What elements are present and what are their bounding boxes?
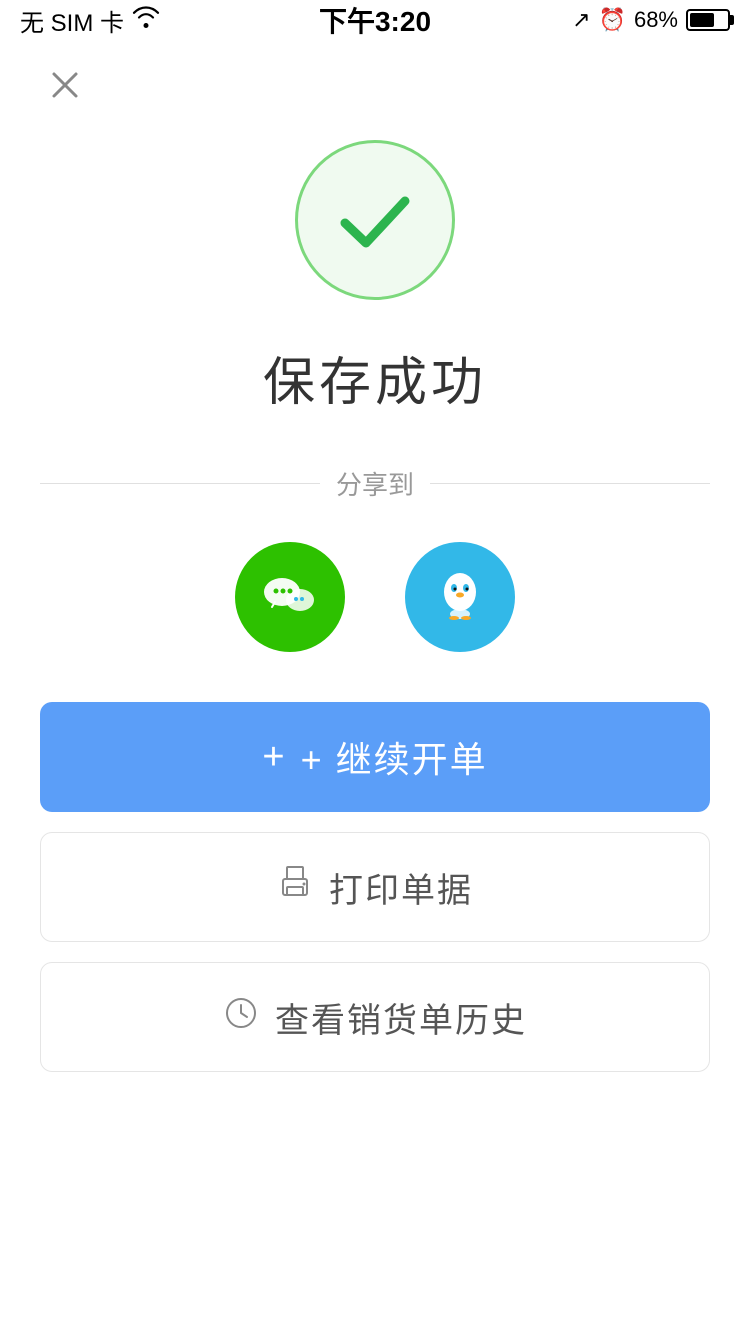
- share-section: 分享到: [40, 465, 710, 652]
- location-icon: ↗: [572, 7, 590, 33]
- checkmark-icon: [330, 175, 420, 265]
- qq-icon: [425, 562, 495, 632]
- qq-share-button[interactable]: [405, 542, 515, 652]
- battery-icon: [686, 9, 730, 31]
- print-icon: [277, 865, 313, 910]
- success-title: 保存成功: [263, 340, 487, 415]
- status-left: 无 SIM 卡: [20, 3, 160, 38]
- status-time: 下午3:20: [319, 0, 431, 40]
- continue-label: + 继续开单: [301, 731, 488, 783]
- status-right: ↗ ⏰ 68%: [572, 7, 730, 33]
- share-icons: [235, 542, 515, 652]
- success-circle: [295, 140, 455, 300]
- history-button[interactable]: 查看销货单历史: [40, 962, 710, 1072]
- close-icon: [48, 68, 82, 102]
- continue-plus-icon: +: [262, 736, 284, 779]
- close-button[interactable]: [40, 60, 90, 110]
- share-divider: 分享到: [40, 465, 710, 502]
- print-button[interactable]: 打印单据: [40, 832, 710, 942]
- sim-text: 无 SIM 卡: [20, 3, 124, 38]
- action-section: + + 继续开单 打印单据 查看销货单历: [40, 702, 710, 1072]
- divider-line-left: [40, 483, 320, 484]
- wifi-icon: [132, 6, 160, 35]
- print-label: 打印单据: [329, 863, 473, 912]
- continue-button[interactable]: + + 继续开单: [40, 702, 710, 812]
- battery-percent: 68%: [634, 7, 678, 33]
- status-bar: 无 SIM 卡 下午3:20 ↗ ⏰ 68%: [0, 0, 750, 40]
- divider-line-right: [430, 483, 710, 484]
- share-label: 分享到: [336, 465, 414, 502]
- wechat-icon: [255, 562, 325, 632]
- battery-fill: [690, 13, 714, 27]
- main-content: 保存成功 分享到: [0, 40, 750, 1334]
- history-icon: [223, 995, 259, 1040]
- history-label: 查看销货单历史: [275, 993, 527, 1042]
- alarm-icon: ⏰: [599, 7, 626, 33]
- wechat-share-button[interactable]: [235, 542, 345, 652]
